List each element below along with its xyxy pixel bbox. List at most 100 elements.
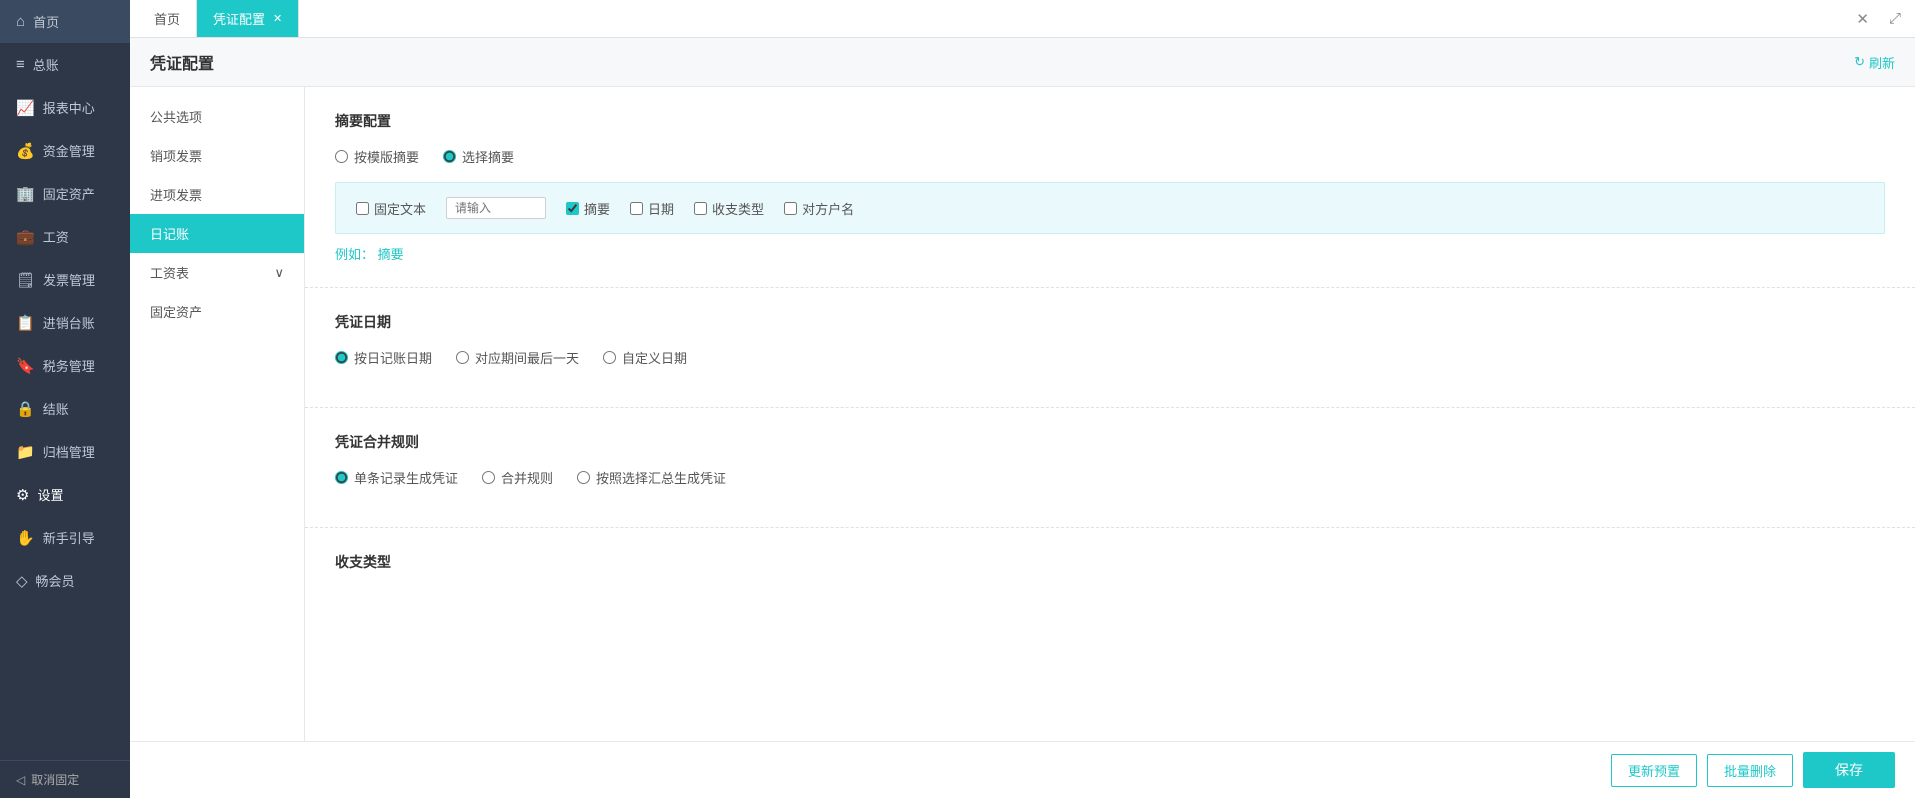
update-preview-button[interactable]: 更新预置 — [1611, 754, 1697, 787]
merge-rules-radio-single-label: 单条记录生成凭证 — [354, 468, 458, 487]
tab-bar-actions: ✕ ⤢ — [1850, 8, 1907, 30]
sidebar-item-funds[interactable]: 💰 资金管理 — [0, 129, 130, 172]
funds-icon: 💰 — [16, 142, 35, 160]
income-type-title: 收支类型 — [335, 552, 1885, 572]
guide-icon: ✋ — [16, 529, 35, 547]
voucher-date-radio-journal-input[interactable] — [335, 351, 348, 364]
chevron-down-icon: ∨ — [274, 265, 284, 281]
sidebar-item-label: 设置 — [37, 485, 63, 504]
window-close-button[interactable]: ✕ — [1850, 8, 1875, 30]
voucher-date-radio-period-last[interactable]: 对应期间最后一天 — [456, 348, 579, 367]
invoice-mgmt-icon: 🗒 — [16, 271, 35, 289]
merge-rules-radio-single[interactable]: 单条记录生成凭证 — [335, 468, 458, 487]
sidebar-bottom-label: 取消固定 — [31, 771, 79, 788]
tab-home[interactable]: 首页 — [138, 0, 197, 37]
save-button[interactable]: 保存 — [1803, 752, 1895, 788]
checkbox-income-type-input[interactable] — [694, 202, 707, 215]
sidebar-item-label: 畅会员 — [36, 571, 75, 590]
summary-radio-template[interactable]: 按模版摘要 — [335, 147, 419, 166]
closing-icon: 🔒 — [16, 400, 35, 418]
sidebar-scroll: ⌂ 首页 ≡ 总账 📈 报表中心 💰 资金管理 🏢 固定资产 💼 工资 🗒 发票… — [0, 0, 130, 760]
sidebar-item-ledger[interactable]: ≡ 总账 — [0, 43, 130, 86]
voucher-date-radio-journal[interactable]: 按日记账日期 — [335, 348, 432, 367]
pin-icon: ◁ — [16, 773, 25, 787]
voucher-date-radio-custom[interactable]: 自定义日期 — [603, 348, 687, 367]
left-nav-purchase-invoice-label: 进项发票 — [150, 185, 202, 204]
sidebar-item-label: 结账 — [43, 399, 69, 418]
window-expand-button[interactable]: ⤢ — [1883, 8, 1907, 29]
sidebar-item-closing[interactable]: 🔒 结账 — [0, 387, 130, 430]
refresh-label: 刷新 — [1869, 53, 1895, 72]
sidebar-item-archive[interactable]: 📁 归档管理 — [0, 430, 130, 473]
tab-bar: 首页 凭证配置 ✕ ✕ ⤢ — [130, 0, 1915, 38]
sidebar-item-home[interactable]: ⌂ 首页 — [0, 0, 130, 43]
checkbox-summary-input[interactable] — [566, 202, 579, 215]
checkbox-date-input[interactable] — [630, 202, 643, 215]
left-nav-purchase-invoice[interactable]: 进项发票 — [130, 175, 304, 214]
sidebar-item-assets[interactable]: 🏢 固定资产 — [0, 172, 130, 215]
left-nav-journal-label: 日记账 — [150, 224, 189, 243]
voucher-date-radio-period-last-input[interactable] — [456, 351, 469, 364]
payroll-icon: 💼 — [16, 228, 35, 246]
sidebar-item-label: 税务管理 — [43, 356, 95, 375]
checkbox-date-label: 日期 — [648, 199, 674, 218]
merge-rules-radio-select-summary[interactable]: 按照选择汇总生成凭证 — [577, 468, 726, 487]
merge-rules-radio-group: 单条记录生成凭证 合并规则 按照选择汇总生成凭证 — [335, 468, 1885, 487]
sidebar-item-member[interactable]: ◇ 畅会员 — [0, 559, 130, 602]
summary-radio-select-input[interactable] — [443, 150, 456, 163]
left-nav-payroll-table[interactable]: 工资表 ∨ — [130, 253, 304, 292]
member-icon: ◇ — [16, 572, 28, 590]
batch-delete-button[interactable]: 批量删除 — [1707, 754, 1793, 787]
left-nav-public[interactable]: 公共选项 — [130, 97, 304, 136]
sidebar-item-label: 进销台账 — [43, 313, 95, 332]
checkbox-counterparty-input[interactable] — [784, 202, 797, 215]
sidebar-item-reports[interactable]: 📈 报表中心 — [0, 86, 130, 129]
sidebar-item-label: 总账 — [33, 55, 59, 74]
tax-icon: 🔖 — [16, 357, 35, 375]
merge-rules-radio-merge-input[interactable] — [482, 471, 495, 484]
left-nav-journal[interactable]: 日记账 — [130, 214, 304, 253]
checkbox-counterparty[interactable]: 对方户名 — [784, 199, 854, 218]
sidebar-item-settings[interactable]: ⚙ 设置 — [0, 473, 130, 516]
summary-config-title: 摘要配置 — [335, 111, 1885, 131]
sidebar-item-sales-ledger[interactable]: 📋 进销台账 — [0, 301, 130, 344]
merge-rules-radio-merge[interactable]: 合并规则 — [482, 468, 553, 487]
sidebar-item-guide[interactable]: ✋ 新手引导 — [0, 516, 130, 559]
sidebar-pin-toggle[interactable]: ◁ 取消固定 — [0, 760, 130, 798]
checkbox-income-type-label: 收支类型 — [712, 199, 764, 218]
summary-radio-template-input[interactable] — [335, 150, 348, 163]
summary-radio-group: 按模版摘要 选择摘要 — [335, 147, 1885, 166]
checkbox-counterparty-label: 对方户名 — [802, 199, 854, 218]
sidebar-item-invoice-mgmt[interactable]: 🗒 发票管理 — [0, 258, 130, 301]
sidebar-item-tax[interactable]: 🔖 税务管理 — [0, 344, 130, 387]
merge-rules-title: 凭证合并规则 — [335, 432, 1885, 452]
main-area: 首页 凭证配置 ✕ ✕ ⤢ 凭证配置 ↻ 刷新 公共选项 销项发票 进项 — [130, 0, 1915, 798]
sidebar: ⌂ 首页 ≡ 总账 📈 报表中心 💰 资金管理 🏢 固定资产 💼 工资 🗒 发票… — [0, 0, 130, 798]
voucher-date-radio-custom-input[interactable] — [603, 351, 616, 364]
merge-rules-radio-single-input[interactable] — [335, 471, 348, 484]
voucher-date-radio-group: 按日记账日期 对应期间最后一天 自定义日期 — [335, 348, 1885, 367]
left-nav-payroll-table-label: 工资表 — [150, 263, 189, 282]
refresh-button[interactable]: ↻ 刷新 — [1854, 53, 1895, 72]
tab-close-icon[interactable]: ✕ — [273, 12, 282, 25]
home-icon: ⌂ — [16, 13, 25, 30]
checkbox-date[interactable]: 日期 — [630, 199, 674, 218]
checkbox-summary[interactable]: 摘要 — [566, 199, 610, 218]
archive-icon: 📁 — [16, 443, 35, 461]
checkbox-fixed-text[interactable]: 固定文本 — [356, 199, 426, 218]
checkbox-income-type[interactable]: 收支类型 — [694, 199, 764, 218]
fixed-text-input[interactable] — [446, 197, 546, 219]
sidebar-item-payroll[interactable]: 💼 工资 — [0, 215, 130, 258]
left-nav: 公共选项 销项发票 进项发票 日记账 工资表 ∨ 固定资产 — [130, 87, 305, 741]
sidebar-item-label: 资金管理 — [43, 141, 95, 160]
refresh-icon: ↻ — [1854, 54, 1865, 70]
summary-radio-select[interactable]: 选择摘要 — [443, 147, 514, 166]
summary-radio-template-label: 按模版摘要 — [354, 147, 419, 166]
tab-voucher-config-label: 凭证配置 — [213, 9, 265, 28]
checkbox-fixed-text-input[interactable] — [356, 202, 369, 215]
left-nav-sales-invoice[interactable]: 销项发票 — [130, 136, 304, 175]
merge-rules-radio-select-summary-input[interactable] — [577, 471, 590, 484]
tab-voucher-config[interactable]: 凭证配置 ✕ — [197, 0, 299, 37]
left-nav-fixed-assets[interactable]: 固定资产 — [130, 292, 304, 331]
left-nav-public-label: 公共选项 — [150, 107, 202, 126]
